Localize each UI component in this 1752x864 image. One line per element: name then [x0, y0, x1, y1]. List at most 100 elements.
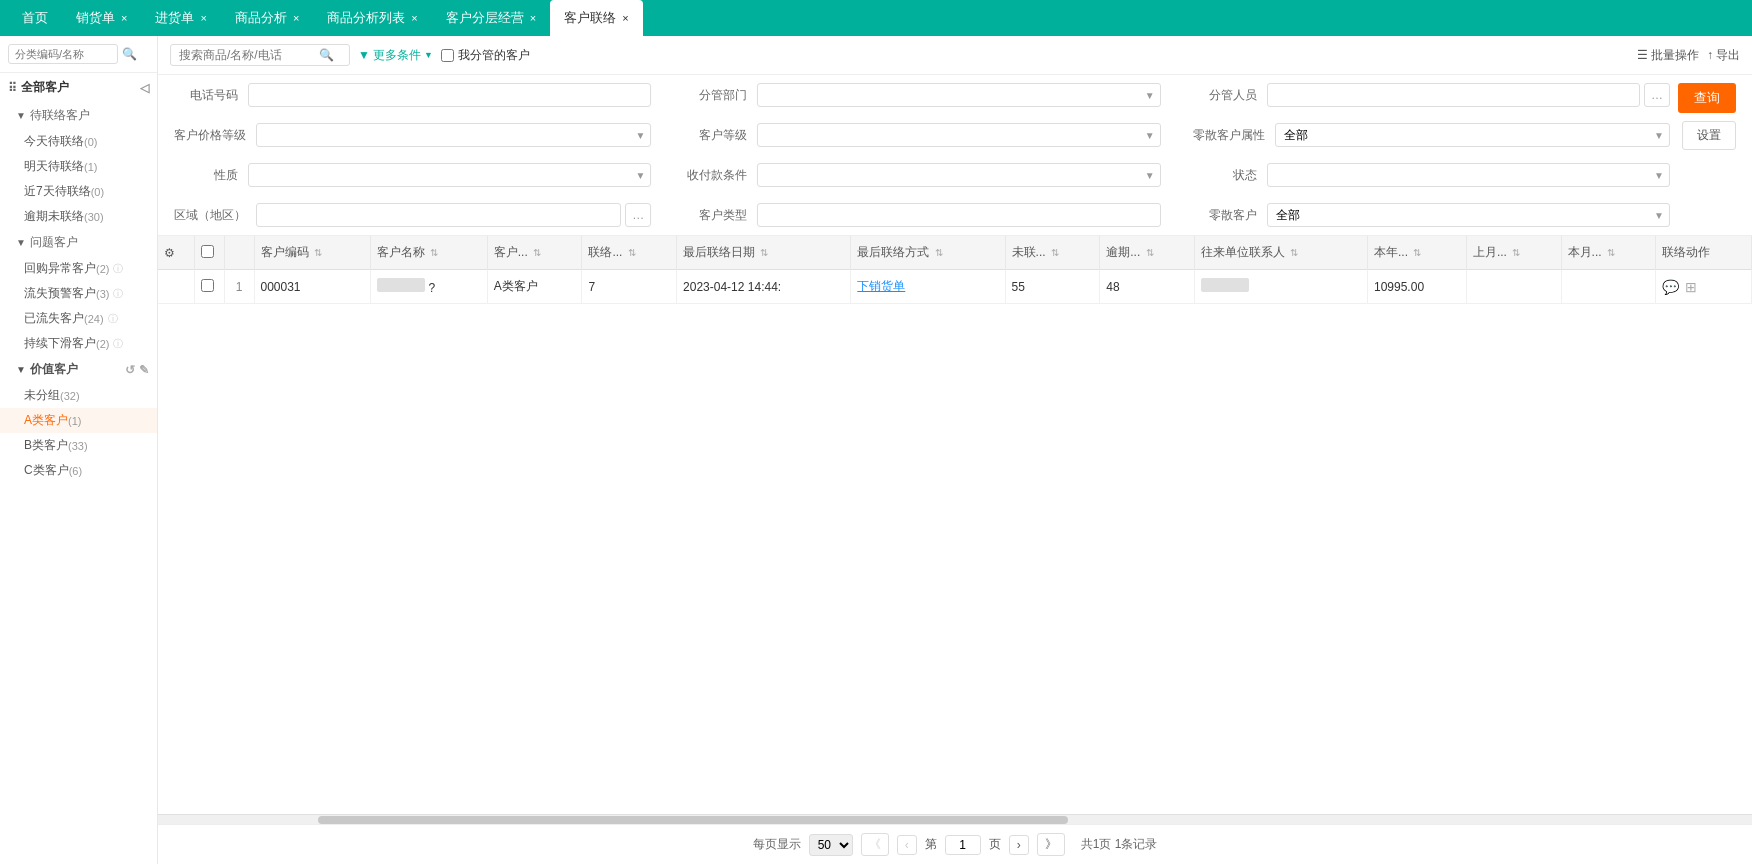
sidebar-unclassified[interactable]: 未分组(32)	[0, 383, 157, 408]
price-level-select[interactable]	[256, 123, 651, 147]
row-gear	[158, 270, 194, 304]
col-last-method[interactable]: 最后联络方式 ⇅	[851, 236, 1005, 270]
sidebar-tomorrow-pending[interactable]: 明天待联络(1)	[0, 154, 157, 179]
close-all-icon[interactable]: ×	[1735, 423, 1744, 441]
refresh-icon[interactable]: ↺	[125, 363, 135, 377]
select-all-checkbox[interactable]	[201, 245, 214, 258]
nav-home[interactable]: 首页	[8, 0, 62, 36]
main-search-input[interactable]	[179, 48, 319, 62]
col-this-year[interactable]: 本年... ⇅	[1368, 236, 1467, 270]
nav-product-analysis-list[interactable]: 商品分析列表 ×	[313, 0, 431, 36]
area-field: 区域（地区） …	[174, 203, 651, 227]
nature-select[interactable]	[248, 163, 651, 187]
sidebar-churned[interactable]: 已流失客户(24)ⓘ	[0, 306, 157, 331]
area-dots-btn[interactable]: …	[625, 203, 651, 227]
row-checkbox[interactable]	[201, 279, 214, 292]
prev-page-btn[interactable]: ‹	[897, 835, 917, 855]
main-search-icon[interactable]: 🔍	[319, 48, 334, 62]
retail-customer-select[interactable]: 全部	[1267, 203, 1670, 227]
nav-purchase-order[interactable]: 进货单 ×	[141, 0, 220, 36]
row-num: 1	[224, 270, 254, 304]
sidebar-today-pending[interactable]: 今天待联络(0)	[0, 129, 157, 154]
manager-dots-btn[interactable]: …	[1644, 83, 1670, 107]
nav-product-analysis[interactable]: 商品分析 ×	[221, 0, 313, 36]
retail-attr-select[interactable]: 全部	[1275, 123, 1670, 147]
nav-customer-contact[interactable]: 客户联络 ×	[550, 0, 642, 36]
next-page-btn[interactable]: ›	[1009, 835, 1029, 855]
col-name[interactable]: 客户名称 ⇅	[371, 236, 488, 270]
payment-select[interactable]	[757, 163, 1160, 187]
row-overdue: 48	[1100, 270, 1195, 304]
sidebar-all-customers-section: ⠿ 全部客户 ◁	[0, 73, 157, 102]
settings-button[interactable]: 设置	[1682, 121, 1736, 150]
dots-icon: ⠿	[8, 81, 17, 95]
chat-icon[interactable]: 💬	[1662, 279, 1679, 295]
close-product-analysis-list[interactable]: ×	[411, 12, 417, 24]
sidebar-declining[interactable]: 持续下滑客户(2)ⓘ	[0, 331, 157, 356]
status-field: 状态 ▼	[1193, 163, 1670, 187]
page-size-select[interactable]: 50	[809, 834, 853, 856]
nav-sales-order[interactable]: 销货单 ×	[62, 0, 141, 36]
close-sales-order[interactable]: ×	[121, 12, 127, 24]
sidebar-churn-warning[interactable]: 流失预警客户(3)ⓘ	[0, 281, 157, 306]
nature-wrapper: ▼	[248, 163, 651, 187]
toolbar-right: ☰ 批量操作 ↑ 导出	[1637, 47, 1740, 64]
sidebar-class-c[interactable]: C类客户(6)	[0, 458, 157, 483]
sidebar-class-b[interactable]: B类客户(33)	[0, 433, 157, 458]
col-gear[interactable]: ⚙	[158, 236, 194, 270]
export-btn[interactable]: ↑ 导出	[1707, 47, 1740, 64]
batch-ops-btn[interactable]: ☰ 批量操作	[1637, 47, 1699, 64]
content-area: 🔍 ▼ 更多条件 ▼ 我分管的客户 ☰ 批量操作 ↑ 导出	[158, 36, 1752, 864]
manager-field: 分管人员 …	[1193, 83, 1670, 107]
sidebar-overdue-contact[interactable]: 逾期未联络(30)	[0, 204, 157, 229]
nav-customer-segment[interactable]: 客户分层经营 ×	[432, 0, 550, 36]
col-company-contact[interactable]: 往来单位联系人 ⇅	[1194, 236, 1367, 270]
edit-icon[interactable]: ✎	[139, 363, 149, 377]
close-customer-segment[interactable]: ×	[530, 12, 536, 24]
query-button[interactable]: 查询	[1678, 83, 1736, 113]
first-page-btn[interactable]: 《	[861, 833, 889, 856]
scroll-thumb[interactable]	[318, 816, 1068, 824]
adv-filter: 电话号码 分管部门 ▼ 分管人员	[158, 75, 1752, 236]
last-method-link[interactable]: 下销货单	[857, 279, 905, 293]
manager-input[interactable]	[1267, 83, 1640, 107]
col-overdue[interactable]: 逾期... ⇅	[1100, 236, 1195, 270]
sidebar-search-input[interactable]	[8, 44, 118, 64]
customer-level-select[interactable]	[757, 123, 1160, 147]
area-input[interactable]	[256, 203, 621, 227]
close-customer-contact[interactable]: ×	[622, 12, 628, 24]
sidebar-problem-group[interactable]: ▼ 问题客户	[0, 229, 157, 256]
col-code[interactable]: 客户编码 ⇅	[254, 236, 371, 270]
col-level[interactable]: 客户... ⇅	[487, 236, 582, 270]
dept-select[interactable]	[757, 83, 1160, 107]
status-select[interactable]	[1267, 163, 1670, 187]
sidebar-class-a[interactable]: A类客户(1)	[0, 408, 157, 433]
sidebar-repurchase-abnormal[interactable]: 回购异常客户(2)ⓘ	[0, 256, 157, 281]
more-conditions-btn[interactable]: ▼ 更多条件 ▼	[358, 47, 433, 64]
col-contact[interactable]: 联络... ⇅	[582, 236, 677, 270]
info-icon4: ⓘ	[113, 337, 123, 351]
qr-icon[interactable]: ⊞	[1685, 279, 1697, 295]
col-this-month[interactable]: 本月... ⇅	[1561, 236, 1656, 270]
sidebar-7days-pending[interactable]: 近7天待联络(0)	[0, 179, 157, 204]
sidebar-pending-group[interactable]: ▼ 待联络客户	[0, 102, 157, 129]
phone-input[interactable]	[248, 83, 651, 107]
col-last-date[interactable]: 最后联络日期 ⇅	[677, 236, 851, 270]
sidebar-all-customers-header[interactable]: ⠿ 全部客户 ◁	[0, 73, 157, 102]
row-code: 000031	[254, 270, 371, 304]
col-no-contact[interactable]: 未联... ⇅	[1005, 236, 1100, 270]
close-purchase-order[interactable]: ×	[200, 12, 206, 24]
adv-filter-row4: 区域（地区） … 客户类型 零散客户 全部 ▼	[174, 203, 1670, 227]
col-last-month[interactable]: 上月... ⇅	[1466, 236, 1561, 270]
my-customers-checkbox[interactable]	[441, 49, 454, 62]
sidebar-search-icon[interactable]: 🔍	[122, 47, 137, 61]
table-row: 1 000031 ? A类客户 7 2023-04-12 14:44: 下销货单…	[158, 270, 1752, 304]
row-last-method[interactable]: 下销货单	[851, 270, 1005, 304]
retail-attr-wrapper: 全部 ▼	[1275, 123, 1670, 147]
sort-icon11: ⇅	[1512, 247, 1520, 258]
last-page-btn[interactable]: 》	[1037, 833, 1065, 856]
close-product-analysis[interactable]: ×	[293, 12, 299, 24]
customer-type-input[interactable]	[757, 203, 1160, 227]
adv-filter-row2: 客户价格等级 ▼ 客户等级 ▼	[174, 123, 1670, 147]
page-number-input[interactable]	[945, 835, 981, 855]
